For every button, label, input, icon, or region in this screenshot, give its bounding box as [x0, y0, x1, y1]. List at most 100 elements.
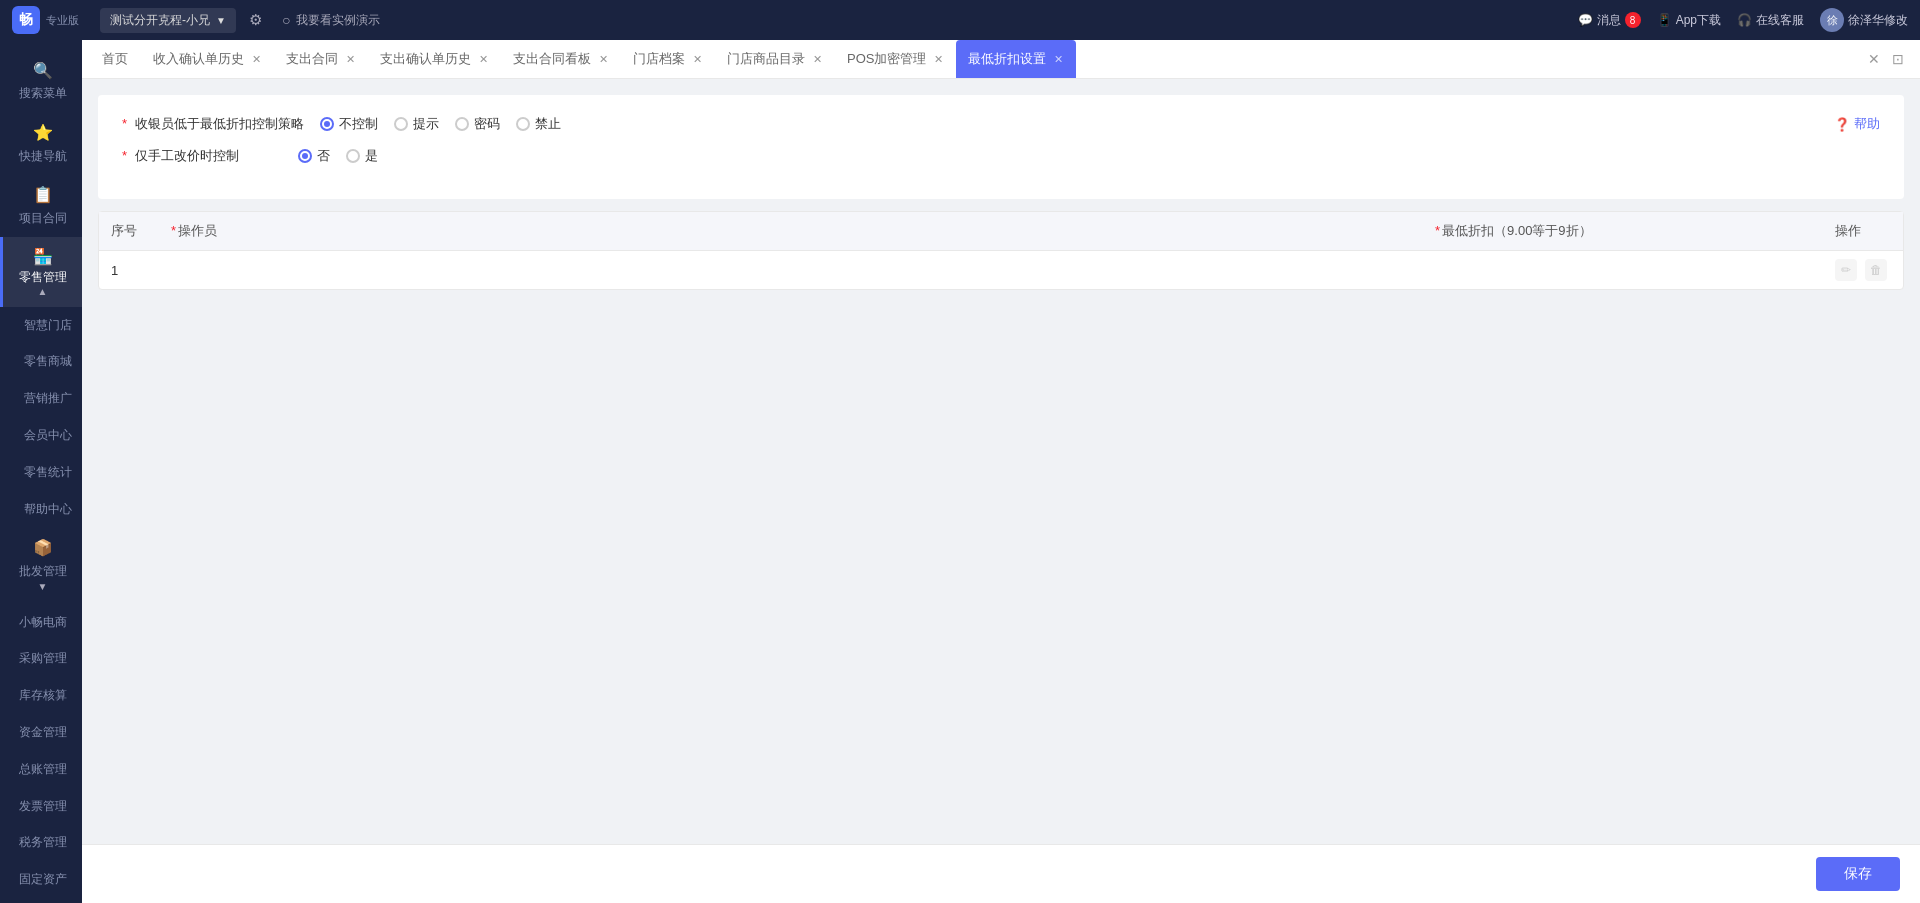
avatar: 徐 — [1820, 8, 1844, 32]
sidebar-item-retail-stats[interactable]: 零售统计 — [0, 454, 82, 491]
project-dropdown-icon: ▼ — [216, 15, 226, 26]
sidebar-item-batch-label: 批发管理 — [19, 563, 67, 580]
app-edition-label: 专业版 — [46, 13, 79, 28]
tab-store-file[interactable]: 门店档案 ✕ — [621, 40, 715, 78]
sidebar-item-tax[interactable]: 税务管理 — [0, 824, 82, 861]
discount-policy-row: * 收银员低于最低折扣控制策略 不控制 提示 — [122, 115, 1880, 133]
tab-income-history[interactable]: 收入确认单历史 ✕ — [141, 40, 274, 78]
sidebar-item-retail[interactable]: 🏪 零售管理 ▲ — [0, 237, 82, 307]
demo-link[interactable]: ○ 我要看实例演示 — [282, 12, 380, 29]
sidebar-item-marketing-label: 营销推广 — [24, 390, 72, 407]
sidebar-item-smart-store-label: 智慧门店 — [24, 317, 72, 334]
col-header-min-discount: *最低折扣（9.00等于9折） — [1423, 212, 1823, 251]
customer-service-label: 在线客服 — [1756, 12, 1804, 29]
app-logo: 畅 专业版 — [12, 6, 92, 34]
messages-btn[interactable]: 💬 消息 8 — [1578, 12, 1641, 29]
sidebar-item-retail-mall[interactable]: 零售商城 — [0, 343, 82, 380]
sidebar-item-search[interactable]: 🔍 搜索菜单 — [0, 50, 82, 112]
sidebar-item-purchase[interactable]: 采购管理 — [0, 640, 82, 677]
col-header-actions: 操作 — [1823, 212, 1903, 251]
demo-label: 我要看实例演示 — [296, 12, 380, 29]
project-name: 测试分开克程-小兄 — [110, 12, 210, 29]
tab-income-history-close[interactable]: ✕ — [252, 53, 261, 66]
sidebar-item-batch[interactable]: 📦 批发管理 ▼ — [0, 527, 82, 603]
headset-icon: 🎧 — [1737, 13, 1752, 27]
sidebar-item-accounting[interactable]: 总账管理 — [0, 751, 82, 788]
sidebar-item-help-center[interactable]: 帮助中心 — [0, 491, 82, 528]
sidebar-item-shortcut[interactable]: ⭐ 快捷导航 — [0, 112, 82, 174]
sidebar-item-assets[interactable]: 固定资产 — [0, 861, 82, 898]
discount-table: 序号 *操作员 *最低折扣（9.00等于9折） 操作 1 — [99, 212, 1903, 289]
tab-home[interactable]: 首页 — [90, 40, 141, 78]
radio-password[interactable]: 密码 — [455, 115, 500, 133]
tab-close-all-btn[interactable]: ✕ — [1864, 49, 1884, 69]
tab-min-discount-close[interactable]: ✕ — [1054, 53, 1063, 66]
radio-no-circle — [298, 149, 312, 163]
app-download-btn[interactable]: 📱 App下载 — [1657, 12, 1721, 29]
app-download-label: App下载 — [1676, 12, 1721, 29]
sidebar-item-contract[interactable]: 📋 项目合同 — [0, 174, 82, 236]
cell-min-discount — [1423, 251, 1823, 290]
required-star-2: * — [122, 148, 127, 163]
radio-yes-circle — [346, 149, 360, 163]
tab-min-discount[interactable]: 最低折扣设置 ✕ — [956, 40, 1076, 78]
sidebar-item-finance[interactable]: 资金管理 — [0, 714, 82, 751]
sidebar-item-ecommerce[interactable]: 小畅电商 — [0, 604, 82, 641]
sidebar-item-retail-stats-label: 零售统计 — [24, 464, 72, 481]
page-content: * 收银员低于最低折扣控制策略 不控制 提示 — [82, 79, 1920, 844]
tab-store-products[interactable]: 门店商品目录 ✕ — [715, 40, 835, 78]
sidebar-item-contract-label: 项目合同 — [19, 210, 67, 227]
tab-payment-history-label: 支出确认单历史 — [380, 50, 471, 68]
contract-icon: 📋 — [33, 184, 53, 206]
tab-payment-contract[interactable]: 支出合同 ✕ — [274, 40, 368, 78]
sidebar-item-member-label: 会员中心 — [24, 427, 72, 444]
user-name: 徐泽华修改 — [1848, 12, 1908, 29]
sidebar-item-member[interactable]: 会员中心 — [0, 417, 82, 454]
sidebar-item-shortcut-label: 快捷导航 — [19, 148, 67, 165]
radio-forbid-label: 禁止 — [535, 115, 561, 133]
tab-pos-encrypt[interactable]: POS加密管理 ✕ — [835, 40, 956, 78]
delete-btn[interactable]: 🗑 — [1865, 259, 1887, 281]
user-menu[interactable]: 徐 徐泽华修改 — [1820, 8, 1908, 32]
tab-expand-btn[interactable]: ⊡ — [1888, 49, 1908, 69]
tab-income-history-label: 收入确认单历史 — [153, 50, 244, 68]
tab-store-file-close[interactable]: ✕ — [693, 53, 702, 66]
manual-control-radio-group: 否 是 — [298, 147, 378, 165]
sidebar-item-finance-label: 资金管理 — [19, 724, 67, 741]
tab-payment-board-close[interactable]: ✕ — [599, 53, 608, 66]
cell-seq: 1 — [99, 251, 159, 290]
sidebar-item-invoice[interactable]: 发票管理 — [0, 788, 82, 825]
save-button[interactable]: 保存 — [1816, 857, 1900, 891]
sidebar-item-marketing[interactable]: 营销推广 — [0, 380, 82, 417]
col-header-operator: *操作员 — [159, 212, 1423, 251]
radio-no[interactable]: 否 — [298, 147, 330, 165]
discount-policy-radio-group: 不控制 提示 密码 禁止 — [320, 115, 561, 133]
radio-yes[interactable]: 是 — [346, 147, 378, 165]
tab-payment-board[interactable]: 支出合同看板 ✕ — [501, 40, 621, 78]
retail-arrow-icon: ▲ — [38, 286, 48, 297]
tab-payment-history-close[interactable]: ✕ — [479, 53, 488, 66]
radio-forbid[interactable]: 禁止 — [516, 115, 561, 133]
sidebar-item-smart-store[interactable]: 智慧门店 — [0, 307, 82, 344]
tab-pos-encrypt-close[interactable]: ✕ — [934, 53, 943, 66]
radio-no-control[interactable]: 不控制 — [320, 115, 378, 133]
sidebar-item-search-label: 搜索菜单 — [19, 85, 67, 102]
project-selector[interactable]: 测试分开克程-小兄 ▼ — [100, 8, 236, 33]
col-header-seq: 序号 — [99, 212, 159, 251]
sidebar-item-salary[interactable]: 工资 — [0, 898, 82, 903]
customer-service-btn[interactable]: 🎧 在线客服 — [1737, 12, 1804, 29]
top-bar: 畅 专业版 测试分开克程-小兄 ▼ ⚙ ○ 我要看实例演示 💬 消息 8 📱 A… — [0, 0, 1920, 40]
tab-store-products-close[interactable]: ✕ — [813, 53, 822, 66]
edit-btn[interactable]: ✏ — [1835, 259, 1857, 281]
tab-min-discount-label: 最低折扣设置 — [968, 50, 1046, 68]
tab-payment-contract-close[interactable]: ✕ — [346, 53, 355, 66]
tab-payment-board-label: 支出合同看板 — [513, 50, 591, 68]
radio-remind[interactable]: 提示 — [394, 115, 439, 133]
tab-payment-history[interactable]: 支出确认单历史 ✕ — [368, 40, 501, 78]
search-icon: 🔍 — [33, 60, 53, 82]
settings-icon[interactable]: ⚙ — [242, 6, 270, 34]
help-button[interactable]: ❓ 帮助 — [1834, 115, 1880, 133]
sidebar-item-inventory[interactable]: 库存核算 — [0, 677, 82, 714]
required-star: * — [122, 116, 127, 131]
top-bar-right: 💬 消息 8 📱 App下载 🎧 在线客服 徐 徐泽华修改 — [1578, 8, 1908, 32]
